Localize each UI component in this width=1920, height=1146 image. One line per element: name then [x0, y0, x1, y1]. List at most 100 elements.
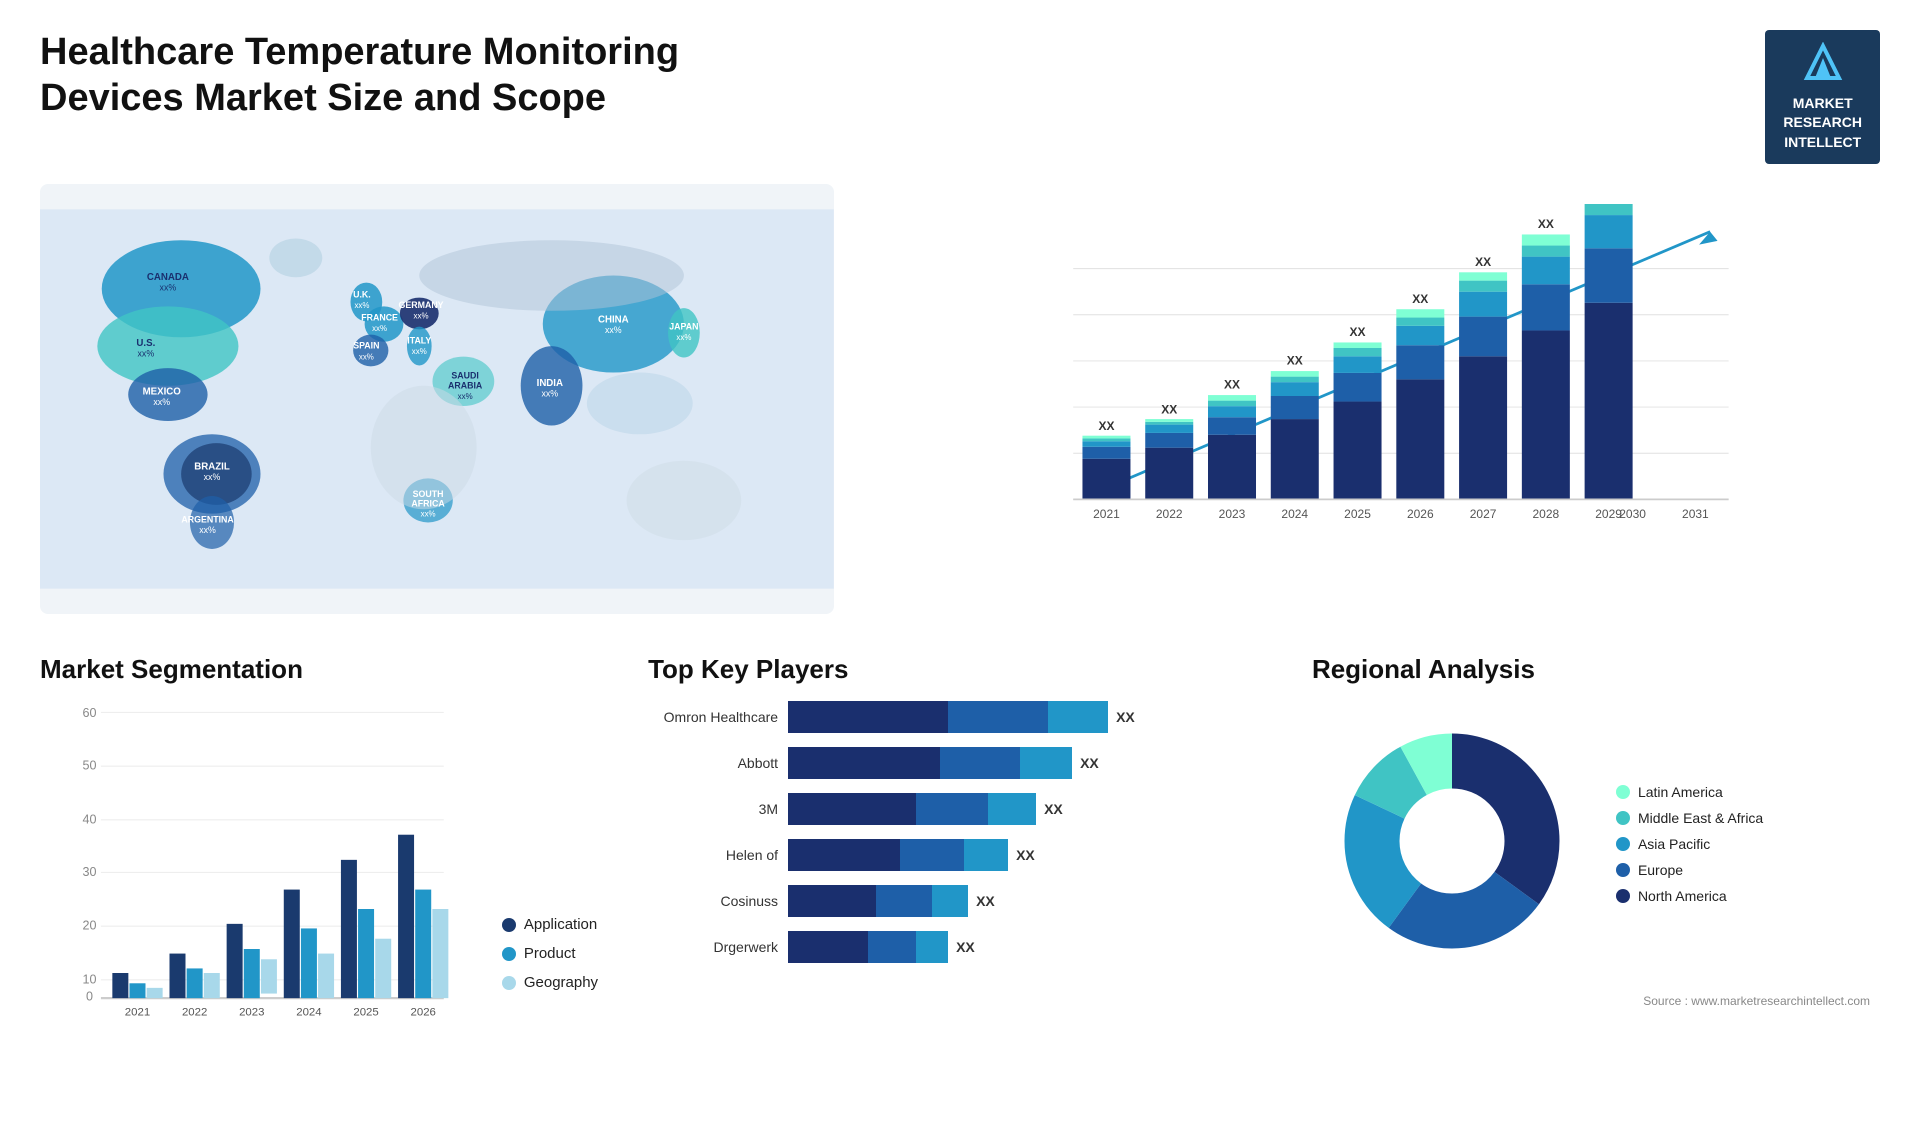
- svg-text:2024: 2024: [1281, 507, 1308, 521]
- segmentation-chart: 60 50 40 30 20 10 0: [40, 701, 482, 1021]
- source-text: Source : www.marketresearchintellect.com: [1312, 994, 1870, 1008]
- svg-text:JAPAN: JAPAN: [669, 322, 698, 332]
- player-val-drger: XX: [956, 931, 975, 963]
- player-bar-helen: XX: [788, 839, 1262, 871]
- svg-text:2026: 2026: [411, 1007, 436, 1019]
- legend-product: Product: [502, 945, 598, 962]
- mea-dot: [1616, 811, 1630, 825]
- svg-text:30: 30: [83, 865, 97, 879]
- player-row-3m: 3M XX: [648, 793, 1262, 825]
- legend-application: Application: [502, 916, 598, 933]
- north-america-dot: [1616, 889, 1630, 903]
- player-name-drger: Drgerwerk: [648, 939, 778, 955]
- mea-label: Middle East & Africa: [1638, 810, 1763, 826]
- segmentation-content: 60 50 40 30 20 10 0: [40, 701, 598, 1021]
- svg-text:XX: XX: [1161, 403, 1177, 417]
- svg-text:50: 50: [83, 759, 97, 773]
- svg-text:xx%: xx%: [199, 525, 216, 535]
- player-bar-cosinuss: XX: [788, 885, 1262, 917]
- player-row-omron: Omron Healthcare XX: [648, 701, 1262, 733]
- legend-latin-america: Latin America: [1616, 784, 1763, 800]
- svg-text:2024: 2024: [296, 1007, 322, 1019]
- legend-mea: Middle East & Africa: [1616, 810, 1763, 826]
- svg-text:2023: 2023: [239, 1007, 264, 1019]
- svg-text:2028: 2028: [1532, 507, 1559, 521]
- svg-text:2030: 2030: [1619, 507, 1646, 521]
- north-america-label: North America: [1638, 888, 1727, 904]
- key-players-section: Top Key Players Omron Healthcare XX Abbo…: [638, 644, 1272, 1064]
- europe-dot: [1616, 863, 1630, 877]
- regional-legend: Latin America Middle East & Africa Asia …: [1616, 784, 1763, 904]
- svg-text:2027: 2027: [1470, 507, 1497, 521]
- svg-text:20: 20: [83, 919, 97, 933]
- svg-text:xx%: xx%: [372, 324, 387, 333]
- svg-text:AFRICA: AFRICA: [411, 499, 445, 509]
- world-map: CANADA xx% U.S. xx% MEXICO xx% BRAZIL xx…: [40, 184, 834, 614]
- svg-text:xx%: xx%: [359, 353, 374, 362]
- player-name-abbott: Abbott: [648, 755, 778, 771]
- player-name-cosinuss: Cosinuss: [648, 893, 778, 909]
- svg-text:xx%: xx%: [160, 283, 177, 293]
- legend-europe: Europe: [1616, 862, 1763, 878]
- bar-seg-eu: [916, 793, 988, 825]
- bar-seg-na: [788, 931, 868, 963]
- legend-geography: Geography: [502, 974, 598, 991]
- bar-seg-eu: [940, 747, 1020, 779]
- map-section: CANADA xx% U.S. xx% MEXICO xx% BRAZIL xx…: [40, 184, 834, 614]
- application-dot: [502, 918, 516, 932]
- svg-text:2026: 2026: [1407, 507, 1434, 521]
- player-name-omron: Omron Healthcare: [648, 709, 778, 725]
- players-bars: Omron Healthcare XX Abbott XX 3M: [648, 701, 1262, 963]
- bar-seg-ap: [1020, 747, 1072, 779]
- logo-icon: [1798, 42, 1848, 82]
- bar-seg-na: [788, 701, 948, 733]
- svg-text:INDIA: INDIA: [537, 378, 563, 389]
- svg-text:xx%: xx%: [138, 349, 155, 359]
- svg-text:xx%: xx%: [204, 473, 221, 483]
- player-row-helen: Helen of XX: [648, 839, 1262, 871]
- bar-seg-eu: [868, 931, 916, 963]
- product-label: Product: [524, 945, 576, 962]
- latin-america-dot: [1616, 785, 1630, 799]
- player-bar-3m: XX: [788, 793, 1262, 825]
- svg-text:2021: 2021: [125, 1007, 150, 1019]
- svg-text:2031: 2031: [1682, 507, 1709, 521]
- svg-text:XX: XX: [1098, 420, 1114, 434]
- player-val-helen: XX: [1016, 839, 1035, 871]
- regional-section: Regional Analysis: [1302, 644, 1880, 1064]
- segmentation-legend: Application Product Geography: [502, 916, 598, 1021]
- svg-text:FRANCE: FRANCE: [361, 313, 398, 323]
- svg-text:2022: 2022: [182, 1007, 207, 1019]
- svg-text:SAUDI: SAUDI: [451, 371, 478, 381]
- svg-text:60: 60: [83, 706, 97, 720]
- legend-asia-pacific: Asia Pacific: [1616, 836, 1763, 852]
- bar-seg-na: [788, 839, 900, 871]
- svg-text:xx%: xx%: [605, 325, 622, 335]
- svg-text:CHINA: CHINA: [598, 315, 629, 326]
- player-row-abbott: Abbott XX: [648, 747, 1262, 779]
- application-label: Application: [524, 916, 597, 933]
- svg-text:xx%: xx%: [541, 389, 558, 399]
- bar-chart: XX 2021 XX 2022: [924, 204, 1850, 564]
- player-val-3m: XX: [1044, 793, 1063, 825]
- donut-wrap: Latin America Middle East & Africa Asia …: [1312, 701, 1870, 986]
- svg-text:U.K.: U.K.: [353, 290, 371, 300]
- europe-label: Europe: [1638, 862, 1683, 878]
- bar-seg-ap: [988, 793, 1036, 825]
- seg-chart-svg: 60 50 40 30 20 10 0: [40, 701, 482, 1021]
- svg-text:2025: 2025: [353, 1007, 378, 1019]
- regional-title: Regional Analysis: [1312, 654, 1870, 685]
- asia-pacific-label: Asia Pacific: [1638, 836, 1710, 852]
- bar-seg-na: [788, 747, 940, 779]
- svg-text:XX: XX: [1538, 217, 1554, 231]
- svg-text:xx%: xx%: [676, 333, 691, 342]
- svg-text:XX: XX: [1224, 378, 1240, 392]
- logo: MARKET RESEARCH INTELLECT: [1765, 30, 1880, 164]
- donut-chart: [1312, 701, 1592, 986]
- bar-seg-ap: [916, 931, 948, 963]
- svg-text:2021: 2021: [1093, 507, 1120, 521]
- svg-text:CANADA: CANADA: [147, 272, 189, 283]
- bar-seg-eu: [900, 839, 964, 871]
- product-dot: [502, 947, 516, 961]
- bottom-row: Market Segmentation 60 50 40 30 20 10 0: [40, 644, 1880, 1064]
